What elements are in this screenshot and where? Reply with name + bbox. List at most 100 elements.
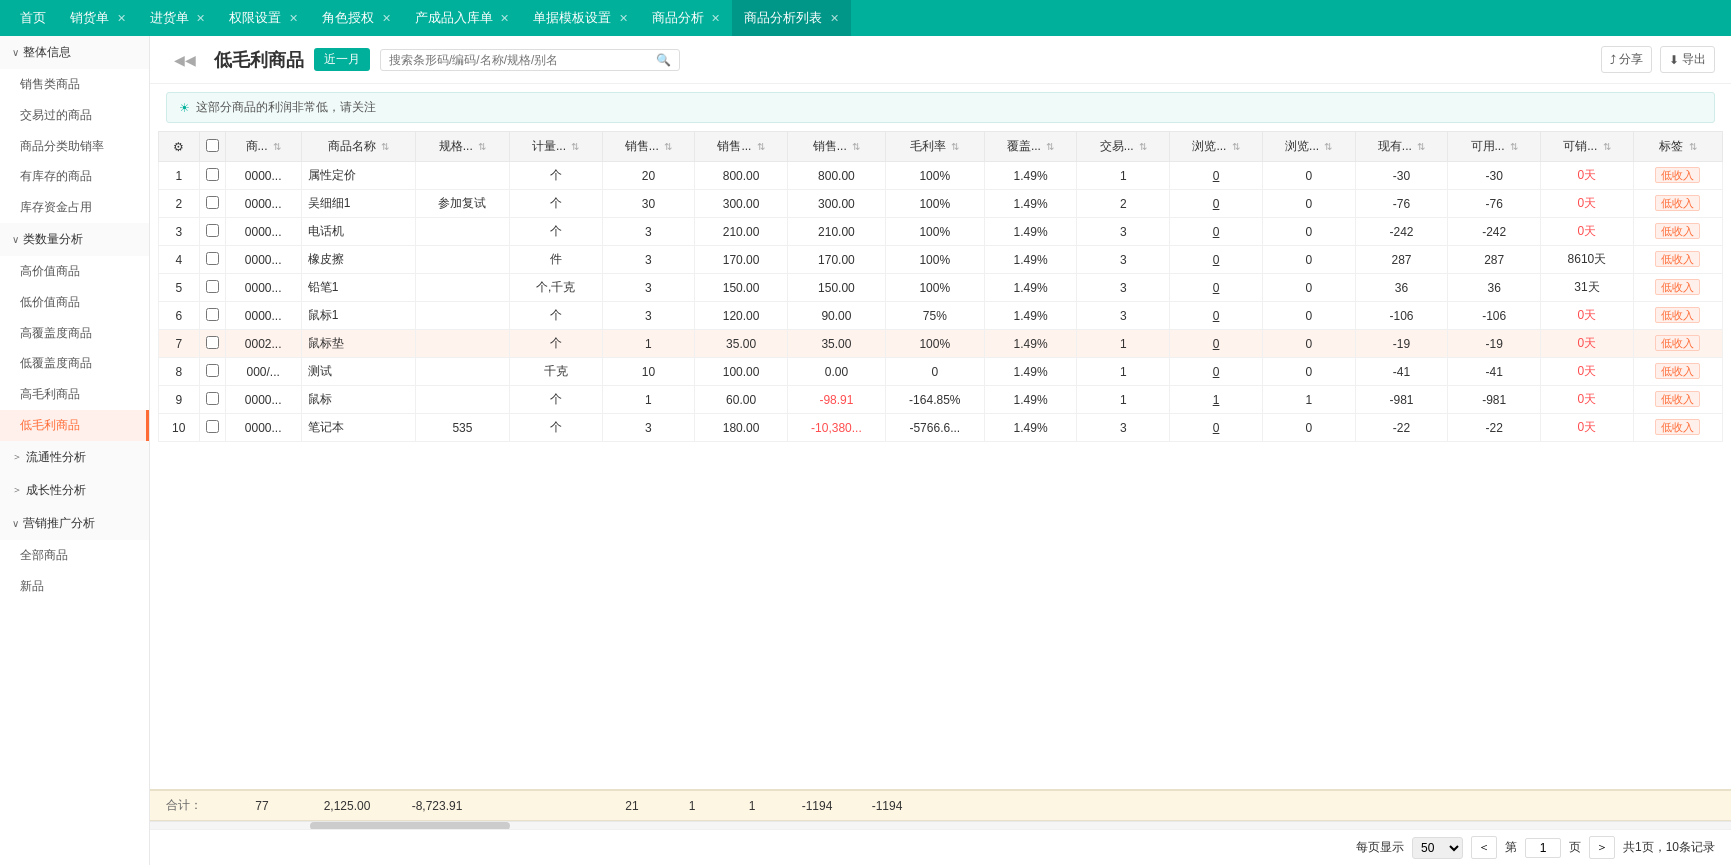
share-button[interactable]: ⤴ 分享 xyxy=(1601,46,1652,73)
row-unit: 个 xyxy=(509,162,602,190)
row-checkbox[interactable] xyxy=(199,274,225,302)
sidebar-item-new-goods[interactable]: 新品 xyxy=(0,571,149,602)
sidebar-item-traded-goods[interactable]: 交易过的商品 xyxy=(0,100,149,131)
row-browse2: 0 xyxy=(1262,218,1355,246)
time-filter-button[interactable]: 近一月 xyxy=(314,48,370,71)
close-icon[interactable]: ✕ xyxy=(117,12,126,24)
col-spec[interactable]: 规格... ⇅ xyxy=(416,132,510,162)
col-tag[interactable]: 标签 ⇅ xyxy=(1633,132,1722,162)
row-browse1[interactable]: 0 xyxy=(1170,302,1263,330)
row-current-stock: -41 xyxy=(1355,358,1448,386)
prev-page-button[interactable]: ＜ xyxy=(1471,836,1497,859)
scroll-bar-area[interactable] xyxy=(150,821,1731,829)
search-input[interactable] xyxy=(389,53,656,67)
row-checkbox[interactable] xyxy=(199,330,225,358)
close-icon[interactable]: ✕ xyxy=(619,12,628,24)
sidebar-item-stock-capital[interactable]: 库存资金占用 xyxy=(0,192,149,223)
nav-products[interactable]: 产成品入库单 ✕ xyxy=(403,0,522,36)
sidebar-item-sales-goods[interactable]: 销售类商品 xyxy=(0,69,149,100)
sidebar-item-low-coverage[interactable]: 低覆盖度商品 xyxy=(0,348,149,379)
col-current-stock[interactable]: 现有... ⇅ xyxy=(1355,132,1448,162)
table-row: 7 0002... 鼠标垫 个 1 35.00 35.00 100% 1.49%… xyxy=(159,330,1723,358)
row-browse1[interactable]: 0 xyxy=(1170,414,1263,442)
sidebar-item-high-profit[interactable]: 高毛利商品 xyxy=(0,379,149,410)
close-icon[interactable]: ✕ xyxy=(382,12,391,24)
next-page-button[interactable]: ＞ xyxy=(1589,836,1615,859)
row-checkbox[interactable] xyxy=(199,302,225,330)
row-sales-profit: 35.00 xyxy=(787,330,885,358)
sidebar-group-category[interactable]: ∨ 类数量分析 xyxy=(0,223,149,256)
sidebar-item-low-value[interactable]: 低价值商品 xyxy=(0,287,149,318)
row-checkbox[interactable] xyxy=(199,246,225,274)
sidebar-group-circulation[interactable]: ＞ 流通性分析 xyxy=(0,441,149,474)
col-coverage[interactable]: 覆盖... ⇅ xyxy=(984,132,1077,162)
row-name: 橡皮擦 xyxy=(301,246,415,274)
sidebar-group-marketing[interactable]: ∨ 营销推广分析 xyxy=(0,507,149,540)
row-browse1[interactable]: 0 xyxy=(1170,246,1263,274)
row-trade-count: 1 xyxy=(1077,162,1170,190)
sidebar-group-growth[interactable]: ＞ 成长性分析 xyxy=(0,474,149,507)
sidebar-item-all-goods[interactable]: 全部商品 xyxy=(0,540,149,571)
table-container[interactable]: ⚙ 商... ⇅ 商品名称 ⇅ 规格... ⇅ 计量... ⇅ 销售... ⇅ … xyxy=(150,131,1731,789)
col-checkbox[interactable] xyxy=(199,132,225,162)
col-trade[interactable]: 交易... ⇅ xyxy=(1077,132,1170,162)
col-saleable-days[interactable]: 可销... ⇅ xyxy=(1541,132,1634,162)
collapse-sidebar-button[interactable]: ◀◀ xyxy=(166,48,204,72)
sidebar-item-category-rate[interactable]: 商品分类助销率 xyxy=(0,131,149,162)
nav-templates[interactable]: 单据模板设置 ✕ xyxy=(521,0,640,36)
col-settings[interactable]: ⚙ xyxy=(159,132,200,162)
row-browse1[interactable]: 0 xyxy=(1170,330,1263,358)
nav-purchase[interactable]: 进货单 ✕ xyxy=(138,0,218,36)
row-coverage: 1.49% xyxy=(984,218,1077,246)
row-checkbox[interactable] xyxy=(199,358,225,386)
row-browse1[interactable]: 0 xyxy=(1170,358,1263,386)
col-gross-margin[interactable]: 毛利率 ⇅ xyxy=(885,132,984,162)
row-browse1[interactable]: 1 xyxy=(1170,386,1263,414)
row-browse1[interactable]: 0 xyxy=(1170,218,1263,246)
nav-home[interactable]: 首页 xyxy=(8,0,58,36)
row-checkbox[interactable] xyxy=(199,190,225,218)
sidebar-item-high-value[interactable]: 高价值商品 xyxy=(0,256,149,287)
col-sales-profit[interactable]: 销售... ⇅ xyxy=(787,132,885,162)
nav-analysis[interactable]: 商品分析 ✕ xyxy=(640,0,733,36)
nav-permissions[interactable]: 权限设置 ✕ xyxy=(217,0,310,36)
col-browse1[interactable]: 浏览... ⇅ xyxy=(1170,132,1263,162)
nav-analysis-list[interactable]: 商品分析列表 ✕ xyxy=(732,0,851,36)
close-icon[interactable]: ✕ xyxy=(196,12,205,24)
close-icon[interactable]: ✕ xyxy=(711,12,720,24)
row-checkbox[interactable] xyxy=(199,162,225,190)
col-available[interactable]: 可用... ⇅ xyxy=(1448,132,1541,162)
col-name[interactable]: 商品名称 ⇅ xyxy=(301,132,415,162)
row-trade-count: 1 xyxy=(1077,330,1170,358)
row-tag: 低收入 xyxy=(1633,330,1722,358)
col-unit[interactable]: 计量... ⇅ xyxy=(509,132,602,162)
sidebar-group-overall[interactable]: ∨ 整体信息 xyxy=(0,36,149,69)
close-icon[interactable]: ✕ xyxy=(500,12,509,24)
row-saleable-days: 31天 xyxy=(1541,274,1634,302)
col-code[interactable]: 商... ⇅ xyxy=(225,132,301,162)
page-number-input[interactable] xyxy=(1525,838,1561,858)
row-checkbox[interactable] xyxy=(199,386,225,414)
row-browse1[interactable]: 0 xyxy=(1170,162,1263,190)
table-row: 5 0000... 铅笔1 个,千克 3 150.00 150.00 100% … xyxy=(159,274,1723,302)
row-checkbox[interactable] xyxy=(199,414,225,442)
row-checkbox[interactable] xyxy=(199,218,225,246)
select-all-checkbox[interactable] xyxy=(206,139,219,152)
row-browse1[interactable]: 0 xyxy=(1170,190,1263,218)
export-button[interactable]: ⬇ 导出 xyxy=(1660,46,1715,73)
row-spec xyxy=(416,218,510,246)
sidebar-item-low-profit[interactable]: 低毛利商品 xyxy=(0,410,149,441)
col-sales-amt[interactable]: 销售... ⇅ xyxy=(695,132,788,162)
sidebar-item-high-coverage[interactable]: 高覆盖度商品 xyxy=(0,318,149,349)
page-size-select[interactable]: 50 20 100 xyxy=(1412,837,1463,859)
sidebar-item-stock-goods[interactable]: 有库存的商品 xyxy=(0,161,149,192)
nav-roles[interactable]: 角色授权 ✕ xyxy=(310,0,403,36)
search-icon[interactable]: 🔍 xyxy=(656,53,671,67)
row-browse1[interactable]: 0 xyxy=(1170,274,1263,302)
nav-sales[interactable]: 销货单 ✕ xyxy=(58,0,138,36)
col-sales-qty[interactable]: 销售... ⇅ xyxy=(602,132,695,162)
sort-icon: ⇅ xyxy=(273,141,281,152)
col-browse2[interactable]: 浏览... ⇅ xyxy=(1262,132,1355,162)
close-icon[interactable]: ✕ xyxy=(830,12,839,24)
close-icon[interactable]: ✕ xyxy=(289,12,298,24)
